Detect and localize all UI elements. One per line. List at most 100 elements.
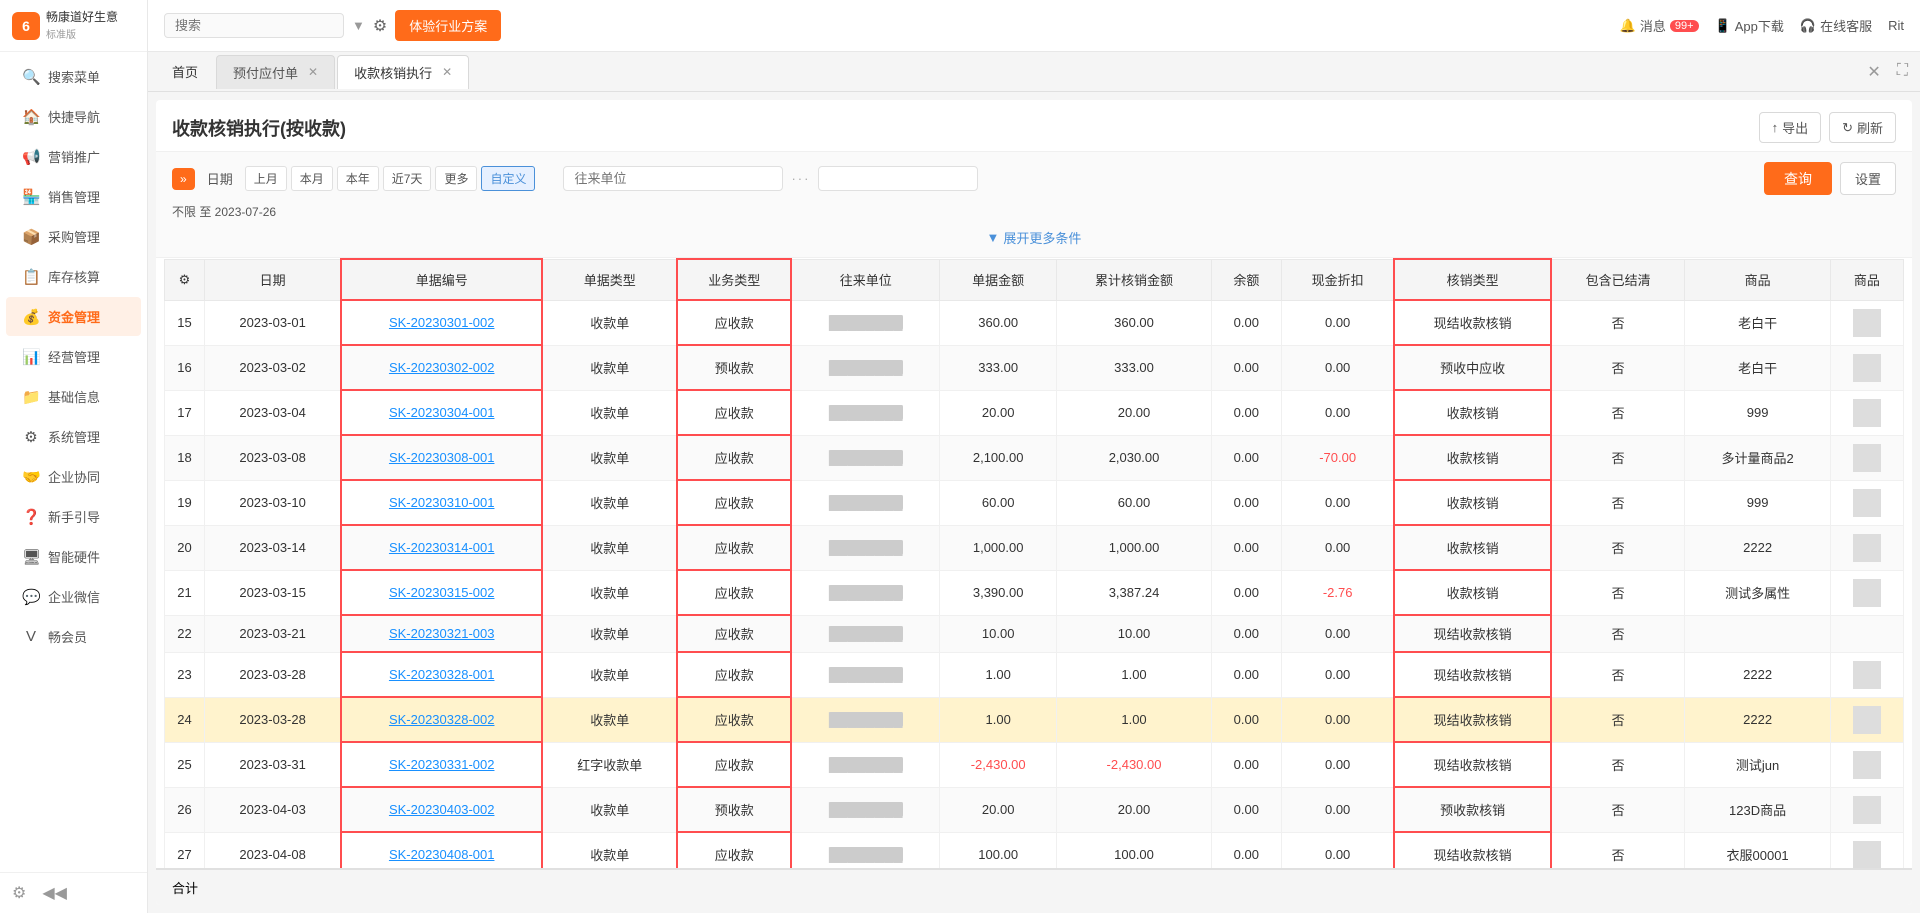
tab-collection[interactable]: 收款核销执行 ✕	[337, 55, 469, 89]
cell-date: 2023-03-08	[205, 435, 342, 480]
sidebar-item-wechat[interactable]: 💬 企业微信	[6, 577, 141, 616]
gear-icon[interactable]: ⚙	[373, 16, 387, 36]
doc-num-link[interactable]: SK-20230301-002	[389, 315, 495, 330]
cell-amount: 60.00	[940, 480, 1057, 525]
user-name[interactable]: Rit	[1888, 18, 1904, 33]
tab-close-collection[interactable]: ✕	[442, 65, 452, 79]
cell-num: 16	[165, 345, 205, 390]
global-search-input[interactable]	[164, 13, 344, 38]
sidebar-logo: 6 畅康道好生意 标准版	[0, 0, 147, 52]
cell-product1: 衣服00001	[1685, 832, 1830, 868]
cell-discount: 0.00	[1281, 832, 1394, 868]
sidebar-item-hardware[interactable]: 🖥 智能硬件	[6, 537, 141, 576]
doc-num-link[interactable]: SK-20230328-002	[389, 712, 495, 727]
tab-expand-icon[interactable]: ⛶	[1893, 58, 1912, 86]
tab-close-all-icon[interactable]: ✕	[1863, 58, 1884, 86]
cell-amount: 20.00	[940, 787, 1057, 832]
doc-num-link[interactable]: SK-20230403-002	[389, 802, 495, 817]
sidebar-item-inventory[interactable]: 📋 库存核算	[6, 257, 141, 296]
filter-this-month[interactable]: 本月	[291, 166, 333, 191]
doc-num-link[interactable]: SK-20230331-002	[389, 757, 495, 772]
tab-home[interactable]: 首页	[156, 55, 214, 89]
table-row: 21 2023-03-15 SK-20230315-002 收款单 应收款 ██…	[165, 570, 1904, 615]
sidebar: 6 畅康道好生意 标准版 🔍 搜索菜单 🏠 快捷导航 📢 营销推广 🏪 销售管理…	[0, 0, 148, 913]
sidebar-item-guide[interactable]: ❓ 新手引导	[6, 497, 141, 536]
sidebar-item-search[interactable]: 🔍 搜索菜单	[6, 57, 141, 96]
partner-input[interactable]	[563, 166, 783, 191]
sidebar-item-member[interactable]: V 畅会员	[6, 617, 141, 656]
th-amount: 单据金额	[940, 259, 1057, 300]
cell-num: 22	[165, 615, 205, 652]
industry-solution-button[interactable]: 体验行业方案	[395, 10, 501, 41]
guide-icon: ❓	[22, 508, 40, 526]
cell-date: 2023-03-10	[205, 480, 342, 525]
th-product2: 商品	[1830, 259, 1903, 300]
th-settings[interactable]: ⚙	[165, 259, 205, 300]
sidebar-item-system[interactable]: ⚙ 系统管理	[6, 417, 141, 456]
cell-product2	[1830, 480, 1903, 525]
sidebar-item-marketing[interactable]: 📢 营销推广	[6, 137, 141, 176]
doc-type-select[interactable]	[818, 166, 978, 191]
table-container[interactable]: ⚙ 日期 单据编号 单据类型 业务类型 往来单位 单据金额 累计核销金额 余额 …	[156, 258, 1912, 868]
filter-7days[interactable]: 近7天	[383, 166, 432, 191]
doc-num-link[interactable]: SK-20230304-001	[389, 405, 495, 420]
refresh-icon: ↻	[1842, 120, 1853, 136]
collapse-icon[interactable]: ◀◀	[42, 883, 67, 903]
cell-amount: -2,430.00	[940, 742, 1057, 787]
doc-num-link[interactable]: SK-20230328-001	[389, 667, 495, 682]
doc-num-link[interactable]: SK-20230314-001	[389, 540, 495, 555]
tab-prepay[interactable]: 预付应付单 ✕	[216, 55, 335, 89]
table-row: 27 2023-04-08 SK-20230408-001 收款单 应收款 ██…	[165, 832, 1904, 868]
th-product1: 商品	[1685, 259, 1830, 300]
sidebar-item-finance[interactable]: 💰 资金管理	[6, 297, 141, 336]
message-button[interactable]: 🔔 消息 99+	[1620, 16, 1699, 35]
sidebar-item-basic[interactable]: 📁 基础信息	[6, 377, 141, 416]
settings-button[interactable]: 设置	[1840, 162, 1896, 195]
doc-num-link[interactable]: SK-20230408-001	[389, 847, 495, 862]
doc-num-link[interactable]: SK-20230308-001	[389, 450, 495, 465]
doc-num-link[interactable]: SK-20230315-002	[389, 585, 495, 600]
cell-cancel-type: 收款核销	[1394, 390, 1550, 435]
cell-included: 否	[1551, 742, 1685, 787]
tab-close-prepay[interactable]: ✕	[308, 65, 318, 79]
cell-cancel-type: 现结收款核销	[1394, 832, 1550, 868]
cell-doc-type: 收款单	[542, 615, 677, 652]
refresh-button[interactable]: ↻ 刷新	[1829, 112, 1896, 143]
doc-num-link[interactable]: SK-20230321-003	[389, 626, 495, 641]
sidebar-item-sales[interactable]: 🏪 销售管理	[6, 177, 141, 216]
settings-bottom-icon[interactable]: ⚙	[12, 883, 26, 903]
filter-this-year[interactable]: 本年	[337, 166, 379, 191]
app-download-link[interactable]: 📱 App下载	[1715, 16, 1784, 35]
cell-date: 2023-03-21	[205, 615, 342, 652]
doc-num-link[interactable]: SK-20230302-002	[389, 360, 495, 375]
cell-num: 24	[165, 697, 205, 742]
cell-product1: 多计量商品2	[1685, 435, 1830, 480]
sales-icon: 🏪	[22, 188, 40, 206]
sidebar-item-enterprise[interactable]: 🤝 企业协同	[6, 457, 141, 496]
online-service-link[interactable]: 🎧 在线客服	[1800, 16, 1872, 35]
footer-total-label: 合计	[172, 878, 198, 897]
table-footer: 合计	[156, 868, 1912, 905]
cell-amount: 10.00	[940, 615, 1057, 652]
filter-last-month[interactable]: 上月	[245, 166, 287, 191]
cell-partner: ████████	[791, 615, 939, 652]
filter-toggle-button[interactable]: »	[172, 168, 195, 190]
doc-num-link[interactable]: SK-20230310-001	[389, 495, 495, 510]
export-button[interactable]: ↑ 导出	[1759, 112, 1822, 143]
cell-balance: 0.00	[1211, 345, 1281, 390]
cell-biz-type: 预收款	[677, 787, 791, 832]
cell-doc-type: 收款单	[542, 570, 677, 615]
cell-biz-type: 应收款	[677, 697, 791, 742]
query-button[interactable]: 查询	[1764, 162, 1832, 195]
page-header: 收款核销执行(按收款) ↑ 导出 ↻ 刷新	[156, 100, 1912, 152]
cell-cancel-type: 预收款核销	[1394, 787, 1550, 832]
cell-cancel-type: 现结收款核销	[1394, 652, 1550, 697]
filter-custom[interactable]: 自定义	[481, 166, 535, 191]
sidebar-item-quicknav[interactable]: 🏠 快捷导航	[6, 97, 141, 136]
sidebar-item-operations[interactable]: 📊 经营管理	[6, 337, 141, 376]
filter-more[interactable]: 更多	[435, 166, 477, 191]
table-row: 19 2023-03-10 SK-20230310-001 收款单 应收款 ██…	[165, 480, 1904, 525]
filter-expand-btn[interactable]: ▼ 展开更多条件	[172, 228, 1896, 247]
sidebar-item-purchase[interactable]: 📦 采购管理	[6, 217, 141, 256]
cell-doc-num: SK-20230308-001	[341, 435, 542, 480]
